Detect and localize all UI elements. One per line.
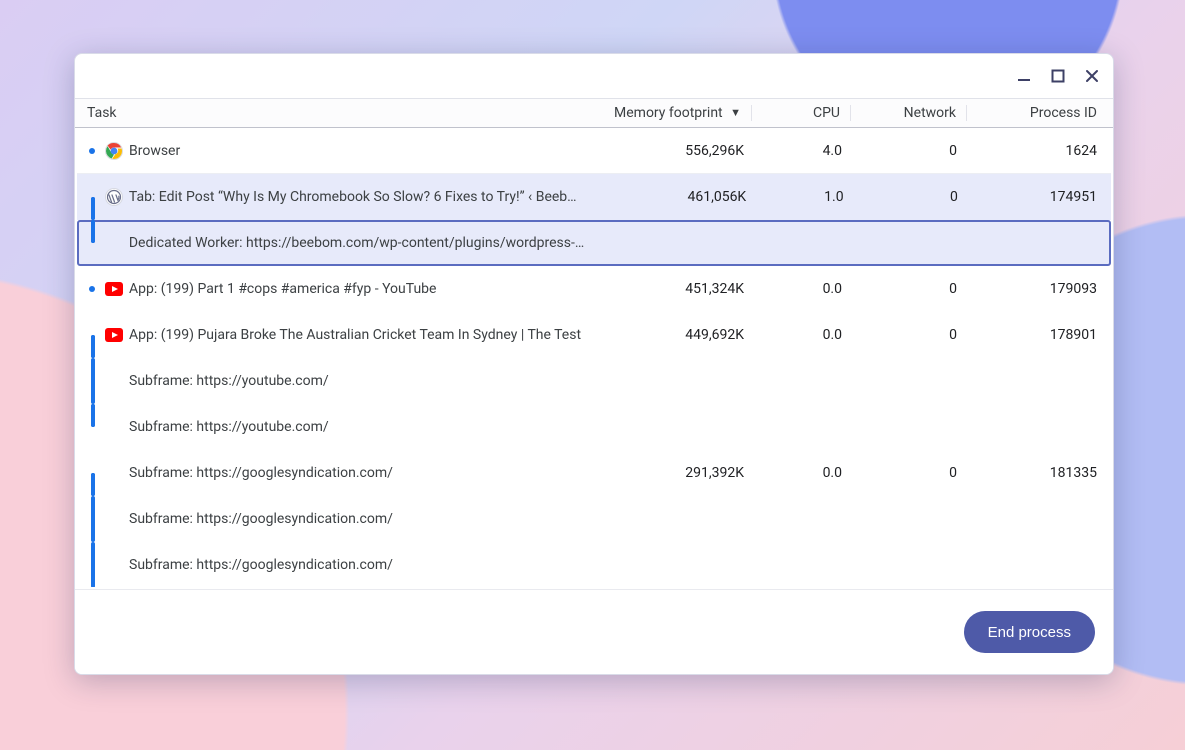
column-header-pid[interactable]: Process ID bbox=[967, 105, 1107, 121]
table-row[interactable]: Subframe: https://youtube.com/ bbox=[77, 358, 1111, 404]
tree-line-icon bbox=[91, 542, 95, 587]
tree-line-icon bbox=[91, 404, 95, 427]
task-name: Dedicated Worker: https://beebom.com/wp-… bbox=[129, 235, 594, 251]
tree-gutter bbox=[83, 266, 101, 312]
cell-cpu: 1.0 bbox=[756, 189, 853, 205]
tree-dot-icon bbox=[89, 286, 95, 292]
cell-memory: 461,056K bbox=[592, 189, 756, 205]
task-name: Subframe: https://youtube.com/ bbox=[129, 373, 589, 389]
task-manager-window: Task Memory footprint ▼ CPU Network Proc… bbox=[74, 53, 1114, 675]
cell-cpu: 0.0 bbox=[754, 465, 852, 481]
column-header-memory[interactable]: Memory footprint ▼ bbox=[586, 105, 752, 121]
cell-memory: 291,392K bbox=[589, 465, 754, 481]
end-process-button[interactable]: End process bbox=[964, 611, 1095, 653]
table-row[interactable]: App: (199) Part 1 #cops #america #fyp - … bbox=[77, 266, 1111, 312]
task-name: Subframe: https://youtube.com/ bbox=[129, 419, 589, 435]
tree-gutter bbox=[83, 312, 101, 358]
cell-network: 0 bbox=[854, 189, 968, 205]
column-header-memory-label: Memory footprint bbox=[614, 105, 723, 121]
table-body: Browser556,296K4.001624Tab: Edit Post “W… bbox=[77, 128, 1111, 587]
window-maximize-button[interactable] bbox=[1047, 65, 1069, 87]
tree-gutter bbox=[83, 542, 101, 587]
youtube-icon bbox=[105, 280, 123, 298]
sort-indicator-icon: ▼ bbox=[730, 106, 741, 119]
cell-network: 0 bbox=[852, 281, 967, 297]
cell-network: 0 bbox=[852, 327, 967, 343]
column-header-task[interactable]: Task bbox=[83, 105, 586, 121]
window-titlebar bbox=[75, 54, 1113, 98]
tree-gutter bbox=[83, 404, 101, 450]
cell-pid: 181335 bbox=[967, 465, 1107, 481]
tree-gutter bbox=[83, 220, 101, 265]
cell-pid: 174951 bbox=[968, 189, 1107, 205]
cell-pid: 1624 bbox=[967, 143, 1107, 159]
table-row[interactable]: Subframe: https://googlesyndication.com/ bbox=[77, 542, 1111, 587]
tree-gutter bbox=[83, 358, 101, 404]
task-name: Tab: Edit Post “Why Is My Chromebook So … bbox=[129, 189, 592, 205]
cell-cpu: 0.0 bbox=[754, 327, 852, 343]
chrome-icon bbox=[105, 142, 123, 160]
table-row[interactable]: Subframe: https://googlesyndication.com/ bbox=[77, 496, 1111, 542]
tree-gutter bbox=[83, 174, 101, 220]
cell-cpu: 4.0 bbox=[754, 143, 852, 159]
table-row[interactable]: Subframe: https://youtube.com/ bbox=[77, 404, 1111, 450]
table-row[interactable]: Tab: Edit Post “Why Is My Chromebook So … bbox=[77, 174, 1111, 220]
cell-memory: 451,324K bbox=[589, 281, 754, 297]
window-footer: End process bbox=[75, 589, 1113, 674]
cell-memory: 556,296K bbox=[589, 143, 754, 159]
column-header-network[interactable]: Network bbox=[851, 105, 967, 121]
table-row[interactable]: App: (199) Pujara Broke The Australian C… bbox=[77, 312, 1111, 358]
table-row[interactable]: Dedicated Worker: https://beebom.com/wp-… bbox=[77, 220, 1111, 266]
task-name: App: (199) Part 1 #cops #america #fyp - … bbox=[129, 281, 589, 297]
task-name: Subframe: https://googlesyndication.com/ bbox=[129, 511, 589, 527]
window-close-button[interactable] bbox=[1081, 65, 1103, 87]
column-header-cpu[interactable]: CPU bbox=[752, 105, 851, 121]
cell-network: 0 bbox=[852, 143, 967, 159]
tree-line-icon bbox=[91, 220, 95, 243]
table-header: Task Memory footprint ▼ CPU Network Proc… bbox=[75, 98, 1113, 128]
tree-line-icon bbox=[91, 335, 95, 358]
cell-pid: 179093 bbox=[967, 281, 1107, 297]
table-row[interactable]: Subframe: https://googlesyndication.com/… bbox=[77, 450, 1111, 496]
tree-gutter bbox=[83, 450, 101, 496]
cell-network: 0 bbox=[852, 465, 967, 481]
tree-gutter bbox=[83, 128, 101, 173]
tree-line-icon bbox=[91, 496, 95, 542]
tree-dot-icon bbox=[89, 148, 95, 154]
tree-gutter bbox=[83, 496, 101, 542]
cell-memory: 449,692K bbox=[589, 327, 754, 343]
task-name: Browser bbox=[129, 143, 589, 159]
youtube-icon bbox=[105, 326, 123, 344]
tree-line-icon bbox=[91, 197, 95, 220]
table-row[interactable]: Browser556,296K4.001624 bbox=[77, 128, 1111, 174]
window-minimize-button[interactable] bbox=[1013, 65, 1035, 87]
task-name: Subframe: https://googlesyndication.com/ bbox=[129, 465, 589, 481]
wordpress-icon bbox=[105, 188, 123, 206]
task-name: Subframe: https://googlesyndication.com/ bbox=[129, 557, 589, 573]
cell-cpu: 0.0 bbox=[754, 281, 852, 297]
tree-line-icon bbox=[91, 358, 95, 404]
cell-pid: 178901 bbox=[967, 327, 1107, 343]
tree-line-icon bbox=[91, 473, 95, 496]
task-name: App: (199) Pujara Broke The Australian C… bbox=[129, 327, 589, 343]
